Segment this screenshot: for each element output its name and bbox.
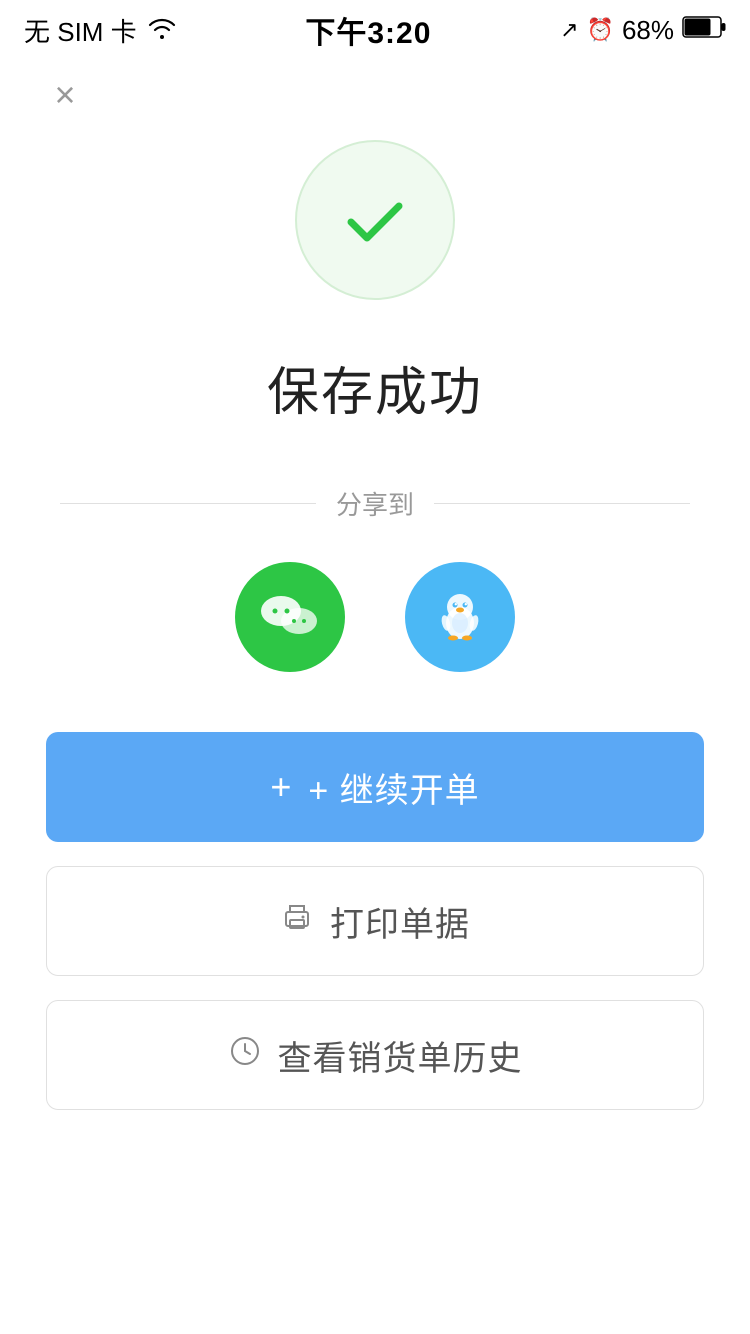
printer-icon	[280, 900, 314, 943]
history-button[interactable]: 查看销货单历史	[46, 1000, 704, 1110]
qq-icon	[430, 587, 490, 647]
close-icon: ×	[54, 77, 75, 113]
continue-label: + 继续开单	[308, 763, 479, 812]
continue-button[interactable]: + + 继续开单	[46, 732, 704, 842]
success-icon-wrapper	[295, 140, 455, 300]
share-divider-row: 分享到	[0, 485, 750, 522]
status-right: ↗ ⏰ 68%	[560, 15, 726, 46]
no-sim-text: 无 SIM 卡	[24, 12, 137, 49]
print-button[interactable]: 打印单据	[46, 866, 704, 976]
battery-icon	[682, 16, 726, 45]
actions-section: + + 继续开单 打印单据 查看销货单历	[0, 732, 750, 1110]
plus-icon: +	[270, 766, 292, 808]
share-icons-row	[235, 562, 515, 672]
status-bar: 无 SIM 卡 下午3:20 ↗ ⏰ 68%	[0, 0, 750, 60]
alarm-icon: ⏰	[587, 17, 614, 43]
print-label: 打印单据	[330, 897, 470, 946]
share-label: 分享到	[316, 485, 434, 522]
status-time: 下午3:20	[305, 8, 431, 52]
battery-text: 68%	[622, 15, 674, 46]
share-section: 分享到	[0, 485, 750, 672]
wifi-icon	[147, 15, 177, 46]
divider-left	[60, 503, 316, 504]
status-left: 无 SIM 卡	[24, 12, 177, 49]
clock-icon	[228, 1034, 262, 1077]
qq-share-button[interactable]	[405, 562, 515, 672]
divider-right	[434, 503, 690, 504]
history-label: 查看销货单历史	[278, 1031, 523, 1080]
location-icon: ↗	[560, 17, 578, 43]
main-content: 保存成功 分享到	[0, 60, 750, 1110]
close-button[interactable]: ×	[40, 70, 90, 120]
success-title: 保存成功	[267, 350, 483, 425]
wechat-share-button[interactable]	[235, 562, 345, 672]
wechat-icon	[259, 591, 321, 643]
checkmark-icon	[335, 180, 415, 260]
